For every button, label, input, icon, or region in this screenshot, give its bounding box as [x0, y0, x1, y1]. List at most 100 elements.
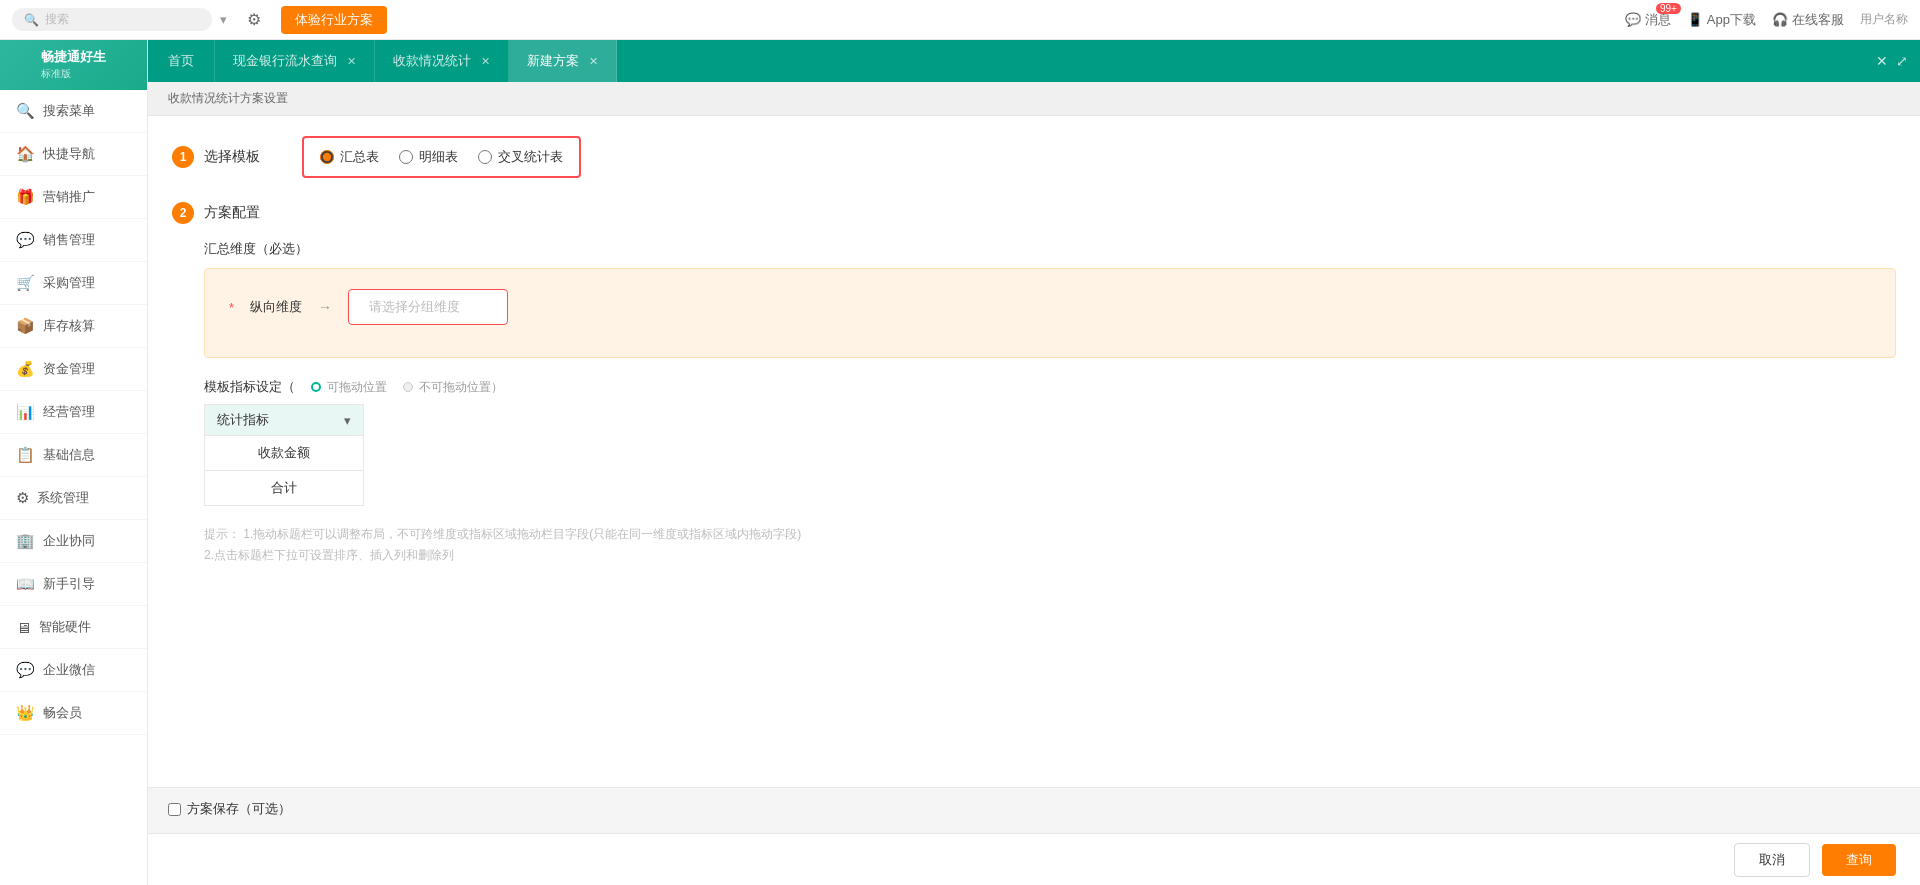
system-icon: ⚙: [16, 489, 29, 507]
sidebar-item-inventory[interactable]: 📦 库存核算: [0, 305, 147, 348]
sidebar-item-label: 库存核算: [43, 317, 95, 335]
metric-table-header[interactable]: 统计指标 ▾: [205, 405, 363, 436]
tab-receipt-stat[interactable]: 收款情况统计 ✕: [375, 40, 509, 82]
sidebar-item-label: 基础信息: [43, 446, 95, 464]
non-draggable-dot: [403, 382, 413, 392]
radio-group-template: 汇总表 明细表 交叉统计表: [320, 148, 563, 166]
sidebar-item-search-menu[interactable]: 🔍 搜索菜单: [0, 90, 147, 133]
metric-dropdown-icon[interactable]: ▾: [344, 413, 351, 428]
sidebar: 畅捷通好生 标准版 🔍 搜索菜单 🏠 快捷导航 🎁 营销推广 💬 销售管理 🛒 …: [0, 40, 148, 885]
metric-table: 统计指标 ▾ 收款金额 合计: [204, 404, 364, 506]
funds-icon: 💰: [16, 360, 35, 378]
tab-cashflow-label: 现金银行流水查询: [233, 52, 337, 70]
sidebar-item-purchase[interactable]: 🛒 采购管理: [0, 262, 147, 305]
tab-home[interactable]: 首页: [148, 40, 215, 82]
tab-bar: 首页 现金银行流水查询 ✕ 收款情况统计 ✕ 新建方案 ✕ ✕ ⤢: [148, 40, 1920, 82]
tab-expand-icon[interactable]: ⤢: [1896, 53, 1908, 69]
sidebar-item-hardware[interactable]: 🖥 智能硬件: [0, 606, 147, 649]
sidebar-item-marketing[interactable]: 🎁 营销推广: [0, 176, 147, 219]
purchase-icon: 🛒: [16, 274, 35, 292]
sidebar-item-guide[interactable]: 📖 新手引导: [0, 563, 147, 606]
cancel-button[interactable]: 取消: [1734, 843, 1810, 877]
metric-section: 模板指标设定（ 可拖动位置 不可拖动位置）: [204, 378, 1896, 506]
step1-section: 1 选择模板 汇总表 明细表: [172, 136, 1896, 178]
gear-button[interactable]: ⚙: [235, 0, 273, 40]
tab-close-all-icon[interactable]: ✕: [1876, 53, 1888, 69]
sidebar-item-basic-info[interactable]: 📋 基础信息: [0, 434, 147, 477]
radio-summary[interactable]: 汇总表: [320, 148, 379, 166]
search-placeholder: 搜索: [45, 11, 69, 28]
tab-controls: ✕ ⤢: [1864, 40, 1920, 82]
radio-summary-input[interactable]: [320, 150, 334, 164]
step2-num: 2: [172, 202, 194, 224]
logo-main: 畅捷通好生: [41, 49, 106, 66]
step1-num: 1: [172, 146, 194, 168]
sidebar-item-system[interactable]: ⚙ 系统管理: [0, 477, 147, 520]
app-icon: 📱: [1687, 12, 1703, 27]
radio-detail-input[interactable]: [399, 150, 413, 164]
sales-icon: 💬: [16, 231, 35, 249]
dimension-label-text: 汇总维度（必选）: [204, 241, 308, 256]
trial-button[interactable]: 体验行业方案: [281, 6, 387, 34]
wechat-icon: 💬: [16, 661, 35, 679]
metric-table-header-label: 统计指标: [217, 411, 269, 429]
sidebar-item-label: 企业微信: [43, 661, 95, 679]
radio-cross[interactable]: 交叉统计表: [478, 148, 563, 166]
sidebar-item-operations[interactable]: 📊 经营管理: [0, 391, 147, 434]
save-plan-checkbox-label[interactable]: 方案保存（可选）: [168, 800, 1900, 818]
tab-receipt-stat-label: 收款情况统计: [393, 52, 471, 70]
online-service-button[interactable]: 🎧 在线客服: [1772, 11, 1844, 29]
app-label: App下载: [1707, 11, 1756, 29]
sidebar-item-label: 采购管理: [43, 274, 95, 292]
step2-header: 2 方案配置: [172, 202, 1896, 224]
sidebar-item-label: 智能硬件: [39, 618, 91, 636]
tips-section: 提示： 1.拖动标题栏可以调整布局，不可跨维度或指标区域拖动栏目字段(只能在同一…: [204, 526, 1896, 564]
inventory-icon: 📦: [16, 317, 35, 335]
tab-receipt-stat-close[interactable]: ✕: [481, 55, 490, 68]
dimension-area: * 纵向维度 → 请选择分组维度: [204, 268, 1896, 358]
required-star: *: [229, 300, 234, 315]
sidebar-item-quick-nav[interactable]: 🏠 快捷导航: [0, 133, 147, 176]
content-area: 首页 现金银行流水查询 ✕ 收款情况统计 ✕ 新建方案 ✕ ✕ ⤢ 收款: [148, 40, 1920, 885]
sidebar-item-label: 经营管理: [43, 403, 95, 421]
hardware-icon: 🖥: [16, 619, 31, 636]
sidebar-item-label: 新手引导: [43, 575, 95, 593]
form-wrap: 1 选择模板 汇总表 明细表: [148, 116, 1920, 787]
search-bar[interactable]: 🔍 搜索: [12, 8, 212, 31]
query-button[interactable]: 查询: [1822, 844, 1896, 876]
app-download-button[interactable]: 📱 App下载: [1687, 11, 1756, 29]
step2-title: 方案配置: [204, 204, 260, 222]
tab-cashflow[interactable]: 现金银行流水查询 ✕: [215, 40, 375, 82]
step1-header: 1 选择模板 汇总表 明细表: [172, 136, 1896, 178]
save-plan-checkbox[interactable]: [168, 803, 181, 816]
tab-new-plan[interactable]: 新建方案 ✕: [509, 40, 617, 82]
service-label: 在线客服: [1792, 11, 1844, 29]
message-button[interactable]: 💬 消息 99+: [1625, 11, 1671, 29]
sidebar-item-label: 畅会员: [43, 704, 82, 722]
sidebar-item-enterprise[interactable]: 🏢 企业协同: [0, 520, 147, 563]
metric-label-text: 模板指标设定（: [204, 378, 295, 396]
radio-detail-label: 明细表: [419, 148, 458, 166]
dimension-select[interactable]: 请选择分组维度: [348, 289, 508, 325]
sidebar-item-sales[interactable]: 💬 销售管理: [0, 219, 147, 262]
sidebar-item-label: 资金管理: [43, 360, 95, 378]
dropdown-icon[interactable]: ▾: [220, 12, 227, 27]
radio-detail[interactable]: 明细表: [399, 148, 458, 166]
step1-title: 选择模板: [204, 148, 260, 166]
metric-cell-amount-text: 收款金额: [258, 445, 310, 460]
service-icon: 🎧: [1772, 12, 1788, 27]
marketing-icon: 🎁: [16, 188, 35, 206]
sidebar-item-member[interactable]: 👑 畅会员: [0, 692, 147, 735]
sidebar-item-wechat[interactable]: 💬 企业微信: [0, 649, 147, 692]
sidebar-item-label: 搜索菜单: [43, 102, 95, 120]
tab-new-plan-close[interactable]: ✕: [589, 55, 598, 68]
dimension-row: * 纵向维度 → 请选择分组维度: [229, 289, 508, 325]
enterprise-icon: 🏢: [16, 532, 35, 550]
dimension-subsection: 汇总维度（必选） * 纵向维度 → 请选择分组维度: [172, 240, 1896, 358]
radio-cross-input[interactable]: [478, 150, 492, 164]
sidebar-item-label: 快捷导航: [43, 145, 95, 163]
tab-cashflow-close[interactable]: ✕: [347, 55, 356, 68]
sidebar-item-funds[interactable]: 💰 资金管理: [0, 348, 147, 391]
user-name: 用户名称: [1860, 11, 1908, 28]
search-icon: 🔍: [24, 13, 39, 27]
